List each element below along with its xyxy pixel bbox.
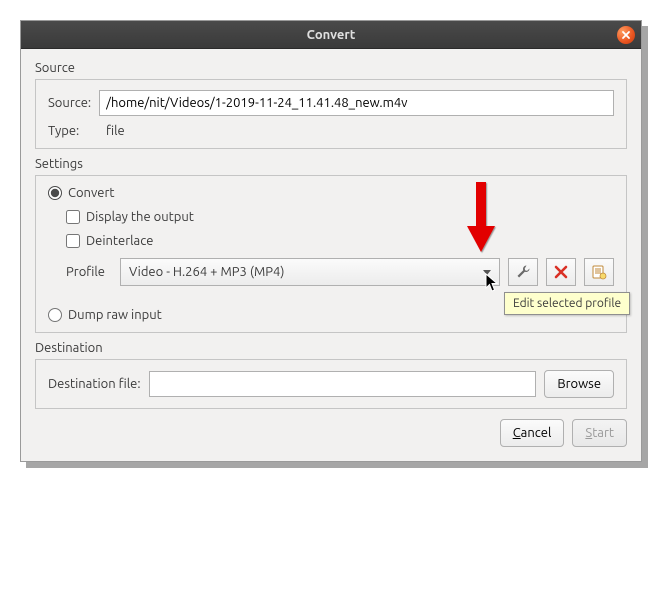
cancel-button[interactable]: Cancel [500, 419, 565, 447]
destination-section: Destination Destination file: Browse [35, 341, 627, 409]
source-label: Source: [48, 96, 91, 110]
display-output-input[interactable] [66, 210, 80, 224]
close-button[interactable] [617, 26, 635, 44]
dialog-content: Source Source: Type: file Settings Conve… [21, 49, 641, 461]
destination-file-label: Destination file: [48, 377, 141, 391]
settings-section: Settings Convert Display the output Dein… [35, 157, 627, 333]
new-profile-button[interactable] [584, 258, 614, 286]
browse-button[interactable]: Browse [544, 370, 614, 398]
deinterlace-label: Deinterlace [86, 234, 153, 248]
x-icon [554, 265, 568, 279]
profile-label: Profile [66, 265, 112, 279]
destination-file-input[interactable] [149, 371, 537, 397]
dialog-footer: Cancel Start [35, 419, 627, 447]
new-profile-icon [591, 264, 607, 280]
profile-select[interactable]: Video - H.264 + MP3 (MP4) [120, 258, 500, 286]
edit-profile-button[interactable] [508, 258, 538, 286]
display-output-label: Display the output [86, 210, 194, 224]
settings-section-title: Settings [35, 157, 627, 171]
convert-radio-label: Convert [68, 186, 115, 200]
settings-frame: Convert Display the output Deinterlace P… [35, 175, 627, 333]
start-button[interactable]: Start [572, 419, 627, 447]
dump-radio-label: Dump raw input [68, 308, 162, 322]
profile-row: Profile Video - H.264 + MP3 (MP4) [66, 258, 614, 286]
titlebar: Convert [21, 21, 641, 49]
source-input[interactable] [99, 90, 614, 116]
wrench-icon [515, 264, 531, 280]
delete-profile-button[interactable] [546, 258, 576, 286]
destination-section-title: Destination [35, 341, 627, 355]
window-title: Convert [307, 28, 356, 42]
source-frame: Source: Type: file [35, 79, 627, 149]
edit-profile-tooltip: Edit selected profile [504, 292, 630, 315]
deinterlace-input[interactable] [66, 234, 80, 248]
convert-radio[interactable]: Convert [48, 186, 614, 200]
type-label: Type: [48, 124, 98, 138]
type-value: file [106, 124, 125, 138]
profile-select-value: Video - H.264 + MP3 (MP4) [129, 265, 284, 279]
close-icon [621, 30, 631, 40]
source-section: Source Source: Type: file [35, 61, 627, 149]
convert-dialog: Convert Source Source: Type: file [20, 20, 642, 462]
convert-options: Display the output Deinterlace [66, 210, 614, 248]
destination-frame: Destination file: Browse [35, 359, 627, 409]
dump-radio-input[interactable] [48, 308, 62, 322]
display-output-checkbox[interactable]: Display the output [66, 210, 614, 224]
source-section-title: Source [35, 61, 627, 75]
deinterlace-checkbox[interactable]: Deinterlace [66, 234, 614, 248]
convert-radio-input[interactable] [48, 186, 62, 200]
